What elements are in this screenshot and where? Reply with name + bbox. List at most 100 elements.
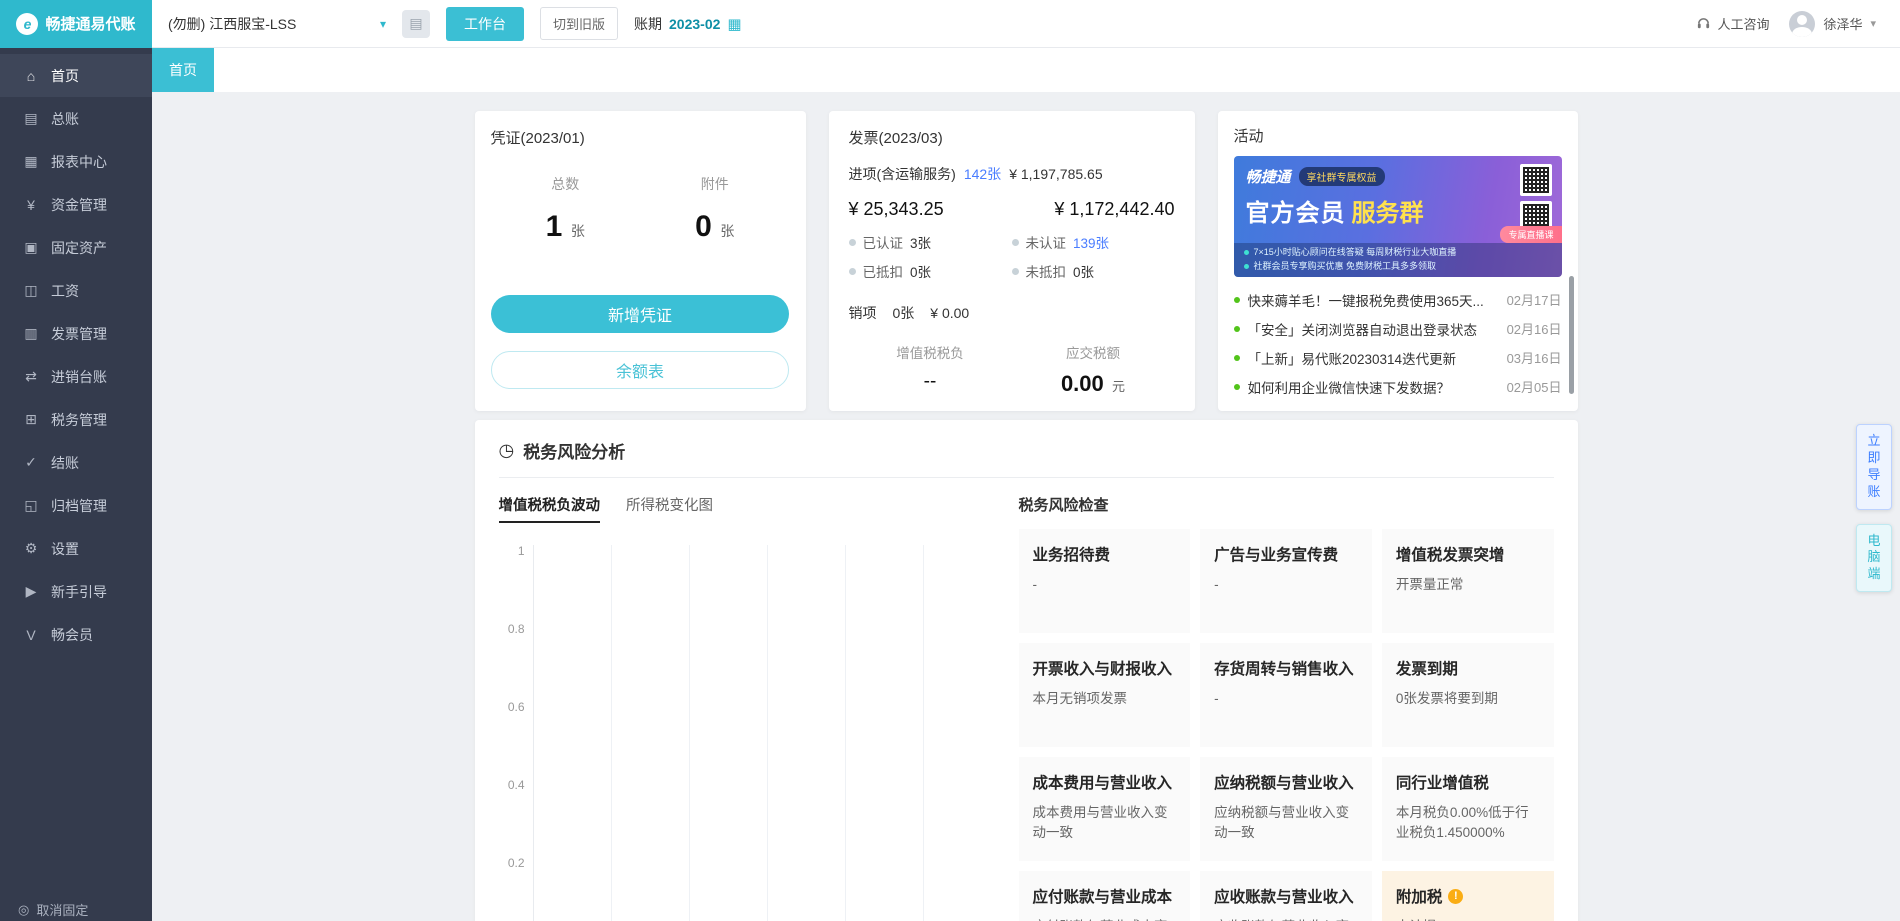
risk-tile-invoice-expiry[interactable]: 发票到期 0张发票将要到期 [1381, 643, 1554, 747]
scrollbar[interactable] [1568, 276, 1574, 394]
risk-tile-title: 附加税 [1395, 889, 1443, 906]
banner-badge: 享社群专属权益 [1298, 167, 1385, 186]
risk-tile-advertising[interactable]: 广告与业务宣传费 - [1200, 529, 1372, 633]
risk-tile-receivables-vs-revenue[interactable]: 应收账款与营业收入 应收账款与营业收入变动一致 [1200, 871, 1372, 921]
closing-icon: ✓ [25, 454, 37, 470]
app-logo[interactable]: e 畅捷通易代账 [0, 0, 152, 48]
risk-tile-business-entertainment[interactable]: 业务招待费 - [1018, 529, 1191, 633]
payroll-icon: ◫ [24, 282, 38, 298]
risk-tile-tax-vs-revenue[interactable]: 应纳税额与营业收入 应纳税额与营业收入变动一致 [1200, 757, 1372, 861]
sidebar-item-beginner-guide[interactable]: ▶ 新手引导 [0, 570, 152, 613]
home-icon: ⌂ [26, 67, 36, 84]
risk-tile-surtax[interactable]: 附加税 ! 未计提 [1381, 871, 1554, 921]
news-item[interactable]: 如何利用企业微信快速下发数据？ 02月05日 [1233, 372, 1562, 401]
report-icon: ▦ [24, 153, 38, 169]
document-icon: ▤ [409, 15, 423, 31]
output-invoice-count: 0张 [892, 305, 915, 321]
sidebar-item-label: 发票管理 [51, 325, 107, 342]
sidebar-item-label: 固定资产 [51, 239, 107, 256]
document-button[interactable]: ▤ [402, 9, 430, 38]
news-item[interactable]: 快来薅羊毛！一键报税免费使用365天... 02月17日 [1233, 285, 1562, 314]
sidebar-item-general-ledger[interactable]: ▤ 总账 [0, 97, 152, 140]
company-selector-value: (勿删) 江西服宝-LSS [168, 15, 297, 32]
risk-tile-cost-vs-revenue[interactable]: 成本费用与营业收入 成本费用与营业收入变动一致 [1018, 757, 1191, 861]
deducted-value: 0张 [910, 265, 932, 280]
promo-banner[interactable]: 畅捷通 享社群专属权益 官方会员 服务群 专属直播课 7×15小时贴心顾问在线答… [1233, 156, 1562, 277]
news-text: 快来薅羊毛！一键报税免费使用365天... [1247, 293, 1484, 309]
sidebar-item-settings[interactable]: ⚙ 设置 [0, 527, 152, 570]
sidebar-item-payroll[interactable]: ◫ 工资 [0, 269, 152, 312]
risk-tile-title: 开票收入与财报收入 [1032, 661, 1173, 678]
tab-home[interactable]: 首页 [152, 48, 214, 92]
risk-tile-payables-vs-cost[interactable]: 应付账款与营业成本 应付账款与营业成本变动一致 [1018, 871, 1191, 921]
activity-card-title: 活动 [1233, 128, 1264, 145]
uncertified-value[interactable]: 139张 [1073, 232, 1109, 252]
sidebar-item-fixed-assets[interactable]: ▣ 固定资产 [0, 226, 152, 269]
support-label: 人工咨询 [1717, 17, 1770, 32]
vat-burden-label: 增值税税负 [896, 346, 964, 361]
chart-plot-area [532, 545, 1001, 921]
input-invoice-count[interactable]: 142张 [964, 164, 1001, 184]
user-menu[interactable]: 徐泽华 ▾ [1789, 10, 1876, 37]
invoice-card: 发票(2023/03) 进项(含运输服务) 142张 ¥ 1,197,785.6… [828, 111, 1195, 411]
risk-tile-desc: 应纳税额与营业收入变动一致 [1214, 805, 1350, 840]
banner-footnotes: 7×15小时贴心顾问在线答疑 每周财税行业大咖直播 社群会员专享购买优惠 免费财… [1233, 243, 1562, 277]
banner-note: 7×15小时贴心顾问在线答疑 每周财税行业大咖直播 [1244, 246, 1552, 260]
risk-tile-inventory-turnover[interactable]: 存货周转与销售收入 - [1200, 643, 1372, 747]
vat-burden-value: -- [923, 371, 937, 392]
risk-tile-desc: 成本费用与营业收入变动一致 [1032, 805, 1168, 840]
chevron-down-icon: ▾ [1870, 18, 1876, 30]
risk-tile-desc: 未计提 [1396, 917, 1540, 921]
sidebar-item-membership[interactable]: V 畅会员 [0, 613, 152, 656]
risk-tile-industry-vat[interactable]: 同行业增值税 本月税负0.00%低于行业税负1.450000% [1381, 757, 1554, 861]
balance-sheet-button[interactable]: 余额表 [491, 351, 789, 389]
news-date: 03月16日 [1506, 351, 1562, 366]
sidebar-item-tax-management[interactable]: ⊞ 税务管理 [0, 398, 152, 441]
import-accounts-button[interactable]: 立即导账 [1856, 424, 1892, 510]
sidebar-item-label: 总账 [51, 110, 79, 127]
workbench-button[interactable]: 工作台 [446, 6, 524, 41]
risk-tile-title: 应收账款与营业收入 [1214, 889, 1354, 906]
y-axis-tick: 1 [517, 544, 525, 558]
headset-icon [1698, 18, 1710, 29]
attachment-unit: 张 [720, 223, 735, 239]
sidebar-item-label: 归档管理 [51, 497, 107, 514]
news-text: 「安全」关闭浏览器自动退出登录状态 [1247, 322, 1478, 338]
vat-burden-chart: 1 0.8 0.6 0.4 0.2 [499, 544, 1001, 921]
sidebar-item-report-center[interactable]: ▦ 报表中心 [0, 140, 152, 183]
risk-check-panel: 税务风险检查 业务招待费 - 广告与业务宣传费 - 增值税发票突增 开票量正常 [1018, 494, 1554, 921]
news-date: 02月17日 [1506, 293, 1562, 308]
status-dot-icon [1011, 238, 1019, 246]
risk-tile-desc: - [1214, 691, 1219, 706]
sidebar-item-invoice-management[interactable]: ▥ 发票管理 [0, 312, 152, 355]
period-value[interactable]: 2023-02 [669, 16, 720, 32]
undeducted-status: 未抵扣 0张 [1011, 261, 1175, 281]
tab-income-tax-change[interactable]: 所得税变化图 [626, 494, 713, 523]
sidebar-item-closing[interactable]: ✓ 结账 [0, 441, 152, 484]
risk-tile-vat-invoice-surge[interactable]: 增值税发票突增 开票量正常 [1381, 529, 1554, 633]
username: 徐泽华 [1823, 17, 1863, 32]
tax-payable-label: 应交税额 [1066, 346, 1120, 361]
news-text: 「上新」易代账20230314迭代更新 [1247, 351, 1457, 367]
add-voucher-button[interactable]: 新增凭证 [491, 295, 789, 333]
calendar-icon[interactable]: ▦ [727, 15, 741, 33]
switch-old-version-button[interactable]: 切到旧版 [540, 7, 619, 40]
bullet-dot-icon [1233, 354, 1240, 361]
risk-tile-invoice-vs-report-income[interactable]: 开票收入与财报收入 本月无销项发票 [1018, 643, 1191, 747]
bullet-dot-icon [1233, 325, 1240, 332]
company-selector[interactable]: (勿删) 江西服宝-LSS ▾ [168, 14, 386, 34]
unpin-sidebar-button[interactable]: ◎ 取消固定 [0, 900, 152, 919]
news-item[interactable]: 「安全」关闭浏览器自动退出登录状态 02月16日 [1233, 314, 1562, 343]
sidebar-item-purchase-sale-ledger[interactable]: ⇄ 进销台账 [0, 355, 152, 398]
chevron-down-icon: ▾ [379, 16, 386, 31]
input-invoice-label: 进项(含运输服务) [848, 166, 956, 182]
y-axis-tick: 0.4 [507, 778, 525, 792]
sidebar-item-funds[interactable]: ¥ 资金管理 [0, 183, 152, 226]
sidebar-item-archive[interactable]: ◱ 归档管理 [0, 484, 152, 527]
output-invoice-total: ¥ 0.00 [930, 305, 970, 321]
pc-client-button[interactable]: 电脑端 [1856, 523, 1892, 593]
news-item[interactable]: 「上新」易代账20230314迭代更新 03月16日 [1233, 343, 1562, 372]
sidebar-item-home[interactable]: ⌂ 首页 [0, 54, 152, 97]
tab-vat-fluctuation[interactable]: 增值税税负波动 [498, 494, 600, 523]
support-button[interactable]: 人工咨询 [1696, 14, 1769, 33]
